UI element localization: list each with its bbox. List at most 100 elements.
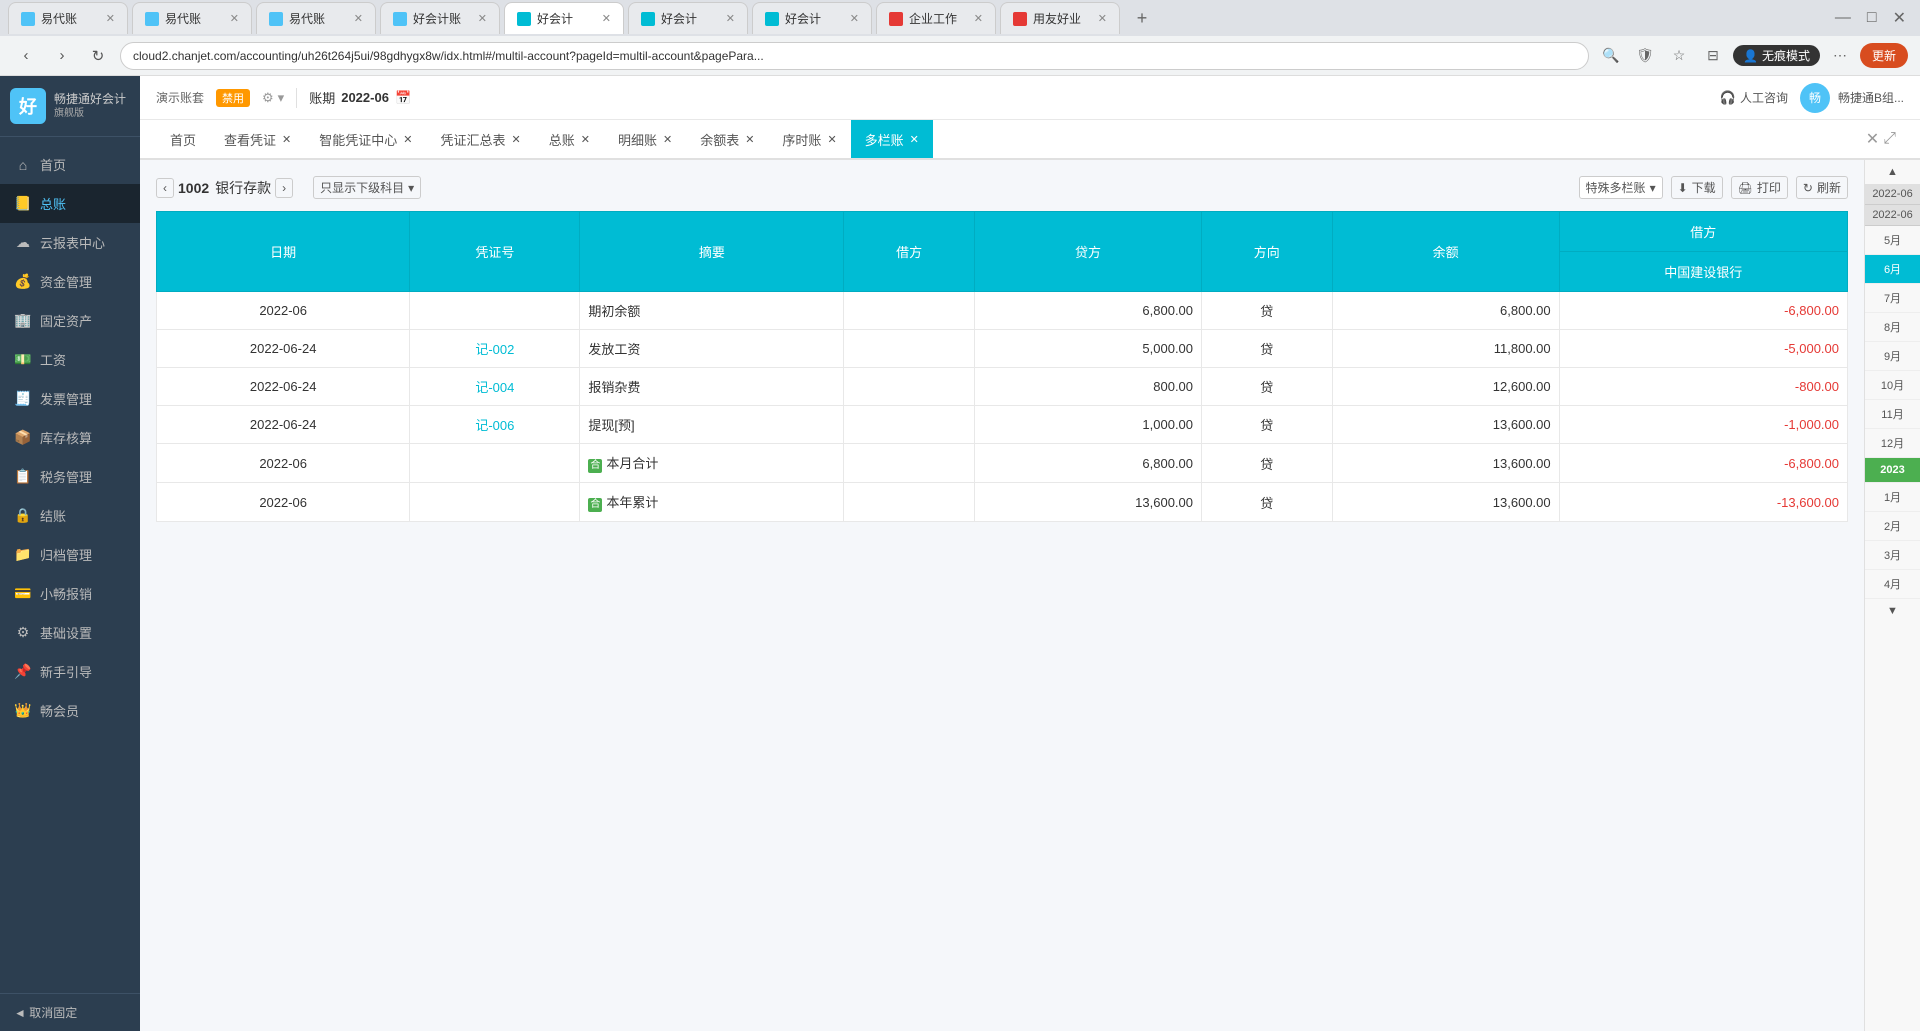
browser-tab-8[interactable]: 企业工作 ✕ xyxy=(876,2,996,34)
voucher-link[interactable]: 记-004 xyxy=(475,380,514,395)
browser-tab-9[interactable]: 用友好业 ✕ xyxy=(1000,2,1120,34)
close-button[interactable]: ✕ xyxy=(1887,8,1912,28)
sidebar-item-close[interactable]: 🔒 结账 xyxy=(0,496,140,535)
browser-tab-3[interactable]: 易代账 ✕ xyxy=(256,2,376,34)
print-button[interactable]: 🖨 打印 xyxy=(1731,176,1788,199)
browser-tab-6[interactable]: 好会计 ✕ xyxy=(628,2,748,34)
tab-balance[interactable]: 余额表 ✕ xyxy=(686,120,768,160)
refresh-button[interactable]: ↻ xyxy=(84,42,112,70)
tab-close-6[interactable]: ✕ xyxy=(726,12,735,25)
sidebar-item-ledger[interactable]: 📒 总账 xyxy=(0,184,140,223)
new-tab-button[interactable]: + xyxy=(1128,4,1156,32)
dropdown-icon[interactable]: ▾ xyxy=(278,90,285,106)
tab-general-ledger[interactable]: 总账 ✕ xyxy=(535,120,604,160)
filter-dropdown[interactable]: 只显示下级科目 ▾ xyxy=(313,176,421,199)
next-account-button[interactable]: › xyxy=(275,178,293,198)
voucher-link[interactable]: 记-002 xyxy=(475,342,514,357)
tab-close-2[interactable]: ✕ xyxy=(230,12,239,25)
sidebar-collapse-button[interactable]: ◄ 取消固定 xyxy=(0,993,140,1031)
tab-voucher-view[interactable]: 查看凭证 ✕ xyxy=(210,120,305,160)
tab-multi-column-close[interactable]: ✕ xyxy=(910,133,919,146)
sidebar-item-guide[interactable]: 📌 新手引导 xyxy=(0,652,140,691)
filter-dropdown-icon: ▾ xyxy=(408,181,414,195)
settings-icon[interactable]: ⚙ xyxy=(262,90,274,106)
date-item-6[interactable]: 6月 xyxy=(1865,255,1920,284)
download-button[interactable]: ⬇ 下载 xyxy=(1671,176,1723,199)
date-item-9[interactable]: 9月 xyxy=(1865,342,1920,371)
date-item-2023-3[interactable]: 3月 xyxy=(1865,541,1920,570)
menu-icon[interactable]: ⋯ xyxy=(1826,42,1854,70)
shield-icon[interactable]: 🛡 xyxy=(1631,42,1659,70)
date-item-12[interactable]: 12月 xyxy=(1865,429,1920,458)
date-item-7[interactable]: 7月 xyxy=(1865,284,1920,313)
sidebar-item-home[interactable]: ⌂ 首页 xyxy=(0,145,140,184)
scroll-down-btn[interactable]: ▼ xyxy=(1883,599,1902,623)
forward-button[interactable]: › xyxy=(48,42,76,70)
consult-button[interactable]: 🎧 人工咨询 xyxy=(1720,89,1788,106)
sidebar-item-cloud-report[interactable]: ☁ 云报表中心 xyxy=(0,223,140,262)
tab-multi-column[interactable]: 多栏账 ✕ xyxy=(851,120,933,160)
tab-close-7[interactable]: ✕ xyxy=(850,12,859,25)
tab-voucher-summary-close[interactable]: ✕ xyxy=(512,133,521,146)
date-item-8[interactable]: 8月 xyxy=(1865,313,1920,342)
sidebar-item-inventory[interactable]: 📦 库存核算 xyxy=(0,418,140,457)
browser-tab-5[interactable]: 好会计 ✕ xyxy=(504,2,624,34)
date-item-2023-4[interactable]: 4月 xyxy=(1865,570,1920,599)
maximize-button[interactable]: □ xyxy=(1861,9,1883,27)
tab-close-4[interactable]: ✕ xyxy=(478,12,487,25)
update-button[interactable]: 更新 xyxy=(1860,43,1908,68)
date-item-5[interactable]: 5月 xyxy=(1865,226,1920,255)
tab-general-close[interactable]: ✕ xyxy=(581,133,590,146)
sidebar-item-member[interactable]: 👑 畅会员 xyxy=(0,691,140,730)
tab-close-9[interactable]: ✕ xyxy=(1098,12,1107,25)
tab-journal-close[interactable]: ✕ xyxy=(827,133,836,146)
tab-voucher-view-close[interactable]: ✕ xyxy=(282,133,291,146)
back-button[interactable]: ‹ xyxy=(12,42,40,70)
stealth-button[interactable]: 👤 无痕模式 xyxy=(1733,45,1820,66)
tab-close-3[interactable]: ✕ xyxy=(354,12,363,25)
sidebar-item-invoice[interactable]: 🧾 发票管理 xyxy=(0,379,140,418)
scroll-up-btn[interactable]: ▲ xyxy=(1883,160,1902,184)
address-input[interactable] xyxy=(120,42,1589,70)
browser-tab-1[interactable]: 易代账 ✕ xyxy=(8,2,128,34)
tab-smart-voucher[interactable]: 智能凭证中心 ✕ xyxy=(305,120,426,160)
tab-detail-close[interactable]: ✕ xyxy=(663,133,672,146)
tab-journal[interactable]: 序时账 ✕ xyxy=(768,120,850,160)
sidebar-item-salary[interactable]: 💵 工资 xyxy=(0,340,140,379)
cell-summary: 发放工资 xyxy=(580,330,844,368)
date-item-10[interactable]: 10月 xyxy=(1865,371,1920,400)
sidebar-item-expense[interactable]: 💳 小畅报销 xyxy=(0,574,140,613)
date-item-2023-1[interactable]: 1月 xyxy=(1865,483,1920,512)
sidebar-item-fixed-assets[interactable]: 🏢 固定资产 xyxy=(0,301,140,340)
browser-tab-4[interactable]: 好会计账 ✕ xyxy=(380,2,500,34)
sidebar-item-settings[interactable]: ⚙ 基础设置 xyxy=(0,613,140,652)
expand-icon[interactable]: ⤢ xyxy=(1883,130,1896,148)
calendar-icon[interactable]: 📅 xyxy=(395,90,411,106)
tab-detail-ledger[interactable]: 明细账 ✕ xyxy=(604,120,686,160)
close-panel-icon[interactable]: ✕ xyxy=(1866,129,1879,149)
tab-smart-voucher-close[interactable]: ✕ xyxy=(403,133,412,146)
tab-voucher-summary[interactable]: 凭证汇总表 ✕ xyxy=(426,120,534,160)
tab-home[interactable]: 首页 xyxy=(156,120,210,160)
sidebar-item-fund[interactable]: 💰 资金管理 xyxy=(0,262,140,301)
refresh-button[interactable]: ↻ 刷新 xyxy=(1796,176,1848,199)
cell-extra: -1,000.00 xyxy=(1559,406,1847,444)
tab-close-8[interactable]: ✕ xyxy=(974,12,983,25)
sidebar-item-archive[interactable]: 📁 归档管理 xyxy=(0,535,140,574)
tab-close-5[interactable]: ✕ xyxy=(602,12,611,25)
browser-tab-7[interactable]: 好会计 ✕ xyxy=(752,2,872,34)
prev-account-button[interactable]: ‹ xyxy=(156,178,174,198)
sidebar-icon[interactable]: ⊟ xyxy=(1699,42,1727,70)
tab-balance-close[interactable]: ✕ xyxy=(745,133,754,146)
minimize-button[interactable]: — xyxy=(1829,9,1857,27)
sidebar-item-tax[interactable]: 📋 税务管理 xyxy=(0,457,140,496)
browser-tab-2[interactable]: 易代账 ✕ xyxy=(132,2,252,34)
search-icon[interactable]: 🔍 xyxy=(1597,42,1625,70)
date-item-11[interactable]: 11月 xyxy=(1865,400,1920,429)
star-icon[interactable]: ☆ xyxy=(1665,42,1693,70)
tab-close-1[interactable]: ✕ xyxy=(106,12,115,25)
special-btn[interactable]: 特殊多栏账 ▾ xyxy=(1579,176,1663,199)
date-item-2023-2[interactable]: 2月 xyxy=(1865,512,1920,541)
voucher-link[interactable]: 记-006 xyxy=(475,418,514,433)
user-avatar[interactable]: 畅 xyxy=(1800,83,1830,113)
